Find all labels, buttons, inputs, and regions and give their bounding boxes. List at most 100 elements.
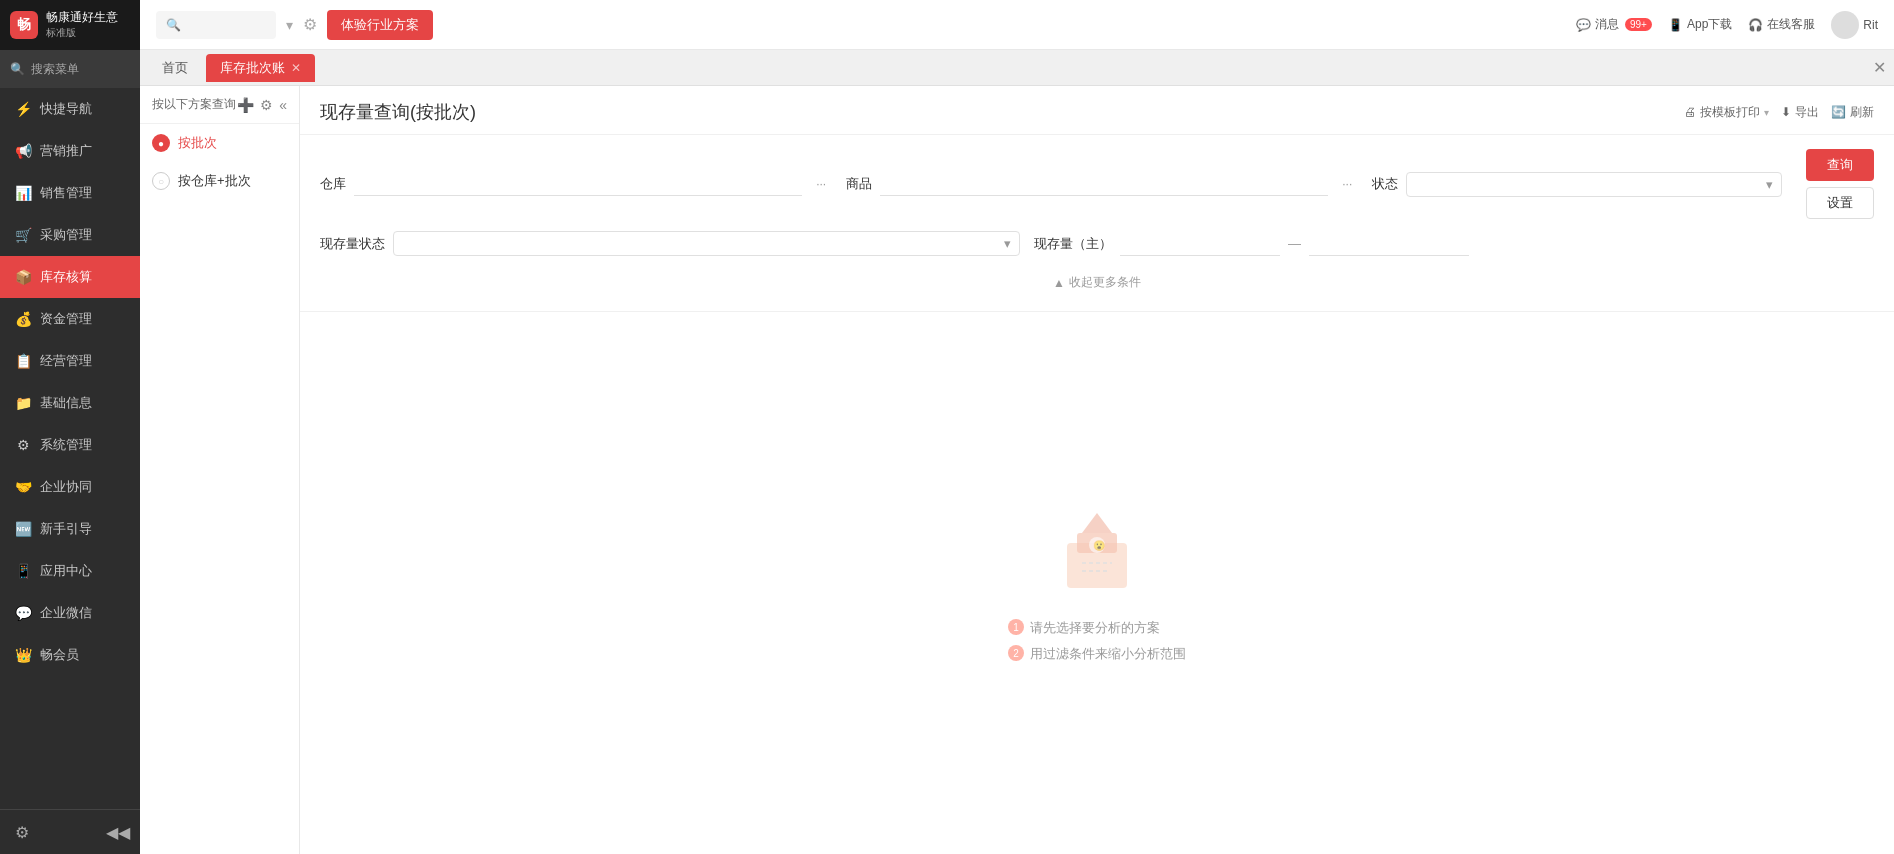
tab-home[interactable]: 首页 [148, 54, 202, 82]
warehouse-input[interactable] [354, 172, 802, 196]
stock-qty-input2[interactable] [1309, 232, 1469, 256]
jichu-icon: 📁 [14, 394, 32, 412]
scheme-item-pici[interactable]: ● 按批次 [140, 124, 299, 162]
sidebar-item-xiaoshou[interactable]: 📊 销售管理 [0, 172, 140, 214]
filter-panel-title: 按以下方案查询 [152, 96, 236, 113]
export-label: 导出 [1795, 104, 1819, 121]
sidebar-item-qiyeweixin[interactable]: 💬 企业微信 [0, 592, 140, 634]
topbar-settings-icon[interactable]: ⚙ [303, 15, 317, 34]
sidebar: 畅 畅康通好生意 标准版 🔍 搜索菜单 ⚡ 快捷导航 📢 营销推广 📊 销售管理… [0, 0, 140, 854]
filter-row-2: 现存量状态 ▾ 现存量（主） — [320, 231, 1874, 256]
sidebar-item-label: 新手引导 [40, 520, 92, 538]
collapse-conditions-btn[interactable]: ▲ 收起更多条件 [320, 268, 1874, 297]
collapse-up-icon: ▲ [1053, 276, 1065, 290]
tip-text-2: 用过滤条件来缩小分析范围 [1030, 645, 1186, 663]
jingying-icon: 📋 [14, 352, 32, 370]
app-download-btn[interactable]: 📱 App下载 [1668, 16, 1732, 33]
empty-tip-2: 2 用过滤条件来缩小分析范围 [1008, 645, 1186, 663]
yingyong-icon: 📱 [14, 562, 32, 580]
topbar-search-icon: 🔍 [166, 18, 181, 32]
xinshou-icon: 🆕 [14, 520, 32, 538]
filter-panel-header: 按以下方案查询 ➕ ⚙ « [140, 86, 299, 124]
refresh-btn[interactable]: 🔄 刷新 [1831, 104, 1874, 121]
sidebar-item-label: 销售管理 [40, 184, 92, 202]
empty-state: 😮 1 请先选择要分析的方案 2 用过滤条件来缩小分析范围 [300, 312, 1894, 854]
stock-qty-input[interactable] [1120, 232, 1280, 256]
topbar-dropdown-icon[interactable]: ▾ [286, 17, 293, 33]
filter-panel-header-actions: ➕ ⚙ « [237, 97, 287, 113]
user-avatar [1831, 11, 1859, 39]
filter-conditions: 仓库 ··· 商品 ··· 状态 ▾ [300, 135, 1894, 312]
sidebar-item-label: 基础信息 [40, 394, 92, 412]
messages-btn[interactable]: 💬 消息 99+ [1576, 16, 1652, 33]
filter-field-product: 商品 ··· [846, 172, 1358, 196]
page-header: 现存量查询(按批次) 🖨 按模板打印 ▾ ⬇ 导出 🔄 刷新 [300, 86, 1894, 135]
page-title: 现存量查询(按批次) [320, 100, 476, 124]
sidebar-item-label: 企业协同 [40, 478, 92, 496]
collapse-filter-panel-btn[interactable]: « [279, 97, 287, 113]
warehouse-more-icon[interactable]: ··· [810, 175, 832, 193]
stock-status-select[interactable]: ▾ [393, 231, 1020, 256]
sidebar-search[interactable]: 🔍 搜索菜单 [0, 50, 140, 88]
scheme-pici-label: 按批次 [178, 134, 217, 152]
sidebar-item-kuaijie[interactable]: ⚡ 快捷导航 [0, 88, 140, 130]
product-input[interactable] [880, 172, 1328, 196]
add-scheme-btn[interactable]: ➕ [237, 97, 254, 113]
sidebar-item-kucun[interactable]: 📦 库存核算 [0, 256, 140, 298]
sidebar-item-caigou[interactable]: 🛒 采购管理 [0, 214, 140, 256]
trial-btn[interactable]: 体验行业方案 [327, 10, 433, 40]
print-btn[interactable]: 🖨 按模板打印 ▾ [1684, 104, 1769, 121]
scheme-item-cangku-pici[interactable]: ○ 按仓库+批次 [140, 162, 299, 200]
collapse-sidebar-btn[interactable]: ◀◀ [106, 820, 130, 844]
caigou-icon: 🛒 [14, 226, 32, 244]
settings-button[interactable]: 设置 [1806, 187, 1874, 219]
sidebar-item-label: 采购管理 [40, 226, 92, 244]
app-download-icon: 📱 [1668, 18, 1683, 32]
collapse-label: 收起更多条件 [1069, 274, 1141, 291]
sidebar-item-label: 畅会员 [40, 646, 79, 664]
topbar-right: 💬 消息 99+ 📱 App下载 🎧 在线客服 Rit [1576, 11, 1878, 39]
zijin-icon: 💰 [14, 310, 32, 328]
app-name: 畅康通好生意 [46, 10, 118, 26]
close-all-tabs-btn[interactable]: ✕ [1873, 58, 1886, 77]
sidebar-item-yingyong[interactable]: 📱 应用中心 [0, 550, 140, 592]
page-body: 按以下方案查询 ➕ ⚙ « ● 按批次 ○ 按仓库+批次 现存量查询(按批次) [140, 86, 1894, 854]
svg-text:😮: 😮 [1093, 539, 1106, 552]
sidebar-item-jingying[interactable]: 📋 经营管理 [0, 340, 140, 382]
sidebar-item-yingxiao[interactable]: 📢 营销推广 [0, 130, 140, 172]
scheme-settings-btn[interactable]: ⚙ [260, 97, 273, 113]
sidebar-item-label: 快捷导航 [40, 100, 92, 118]
sidebar-item-qiyexietong[interactable]: 🤝 企业协同 [0, 466, 140, 508]
sidebar-item-changhui[interactable]: 👑 畅会员 [0, 634, 140, 676]
stock-qty-label: 现存量（主） [1034, 235, 1112, 253]
product-more-icon[interactable]: ··· [1336, 175, 1358, 193]
tab-kucun-pici[interactable]: 库存批次账 ✕ [206, 54, 315, 82]
query-button[interactable]: 查询 [1806, 149, 1874, 181]
online-service-btn[interactable]: 🎧 在线客服 [1748, 16, 1815, 33]
online-service-label: 在线客服 [1767, 16, 1815, 33]
tab-close-icon[interactable]: ✕ [291, 61, 301, 75]
print-dropdown-icon[interactable]: ▾ [1764, 107, 1769, 118]
sidebar-item-xinshou[interactable]: 🆕 新手引导 [0, 508, 140, 550]
sidebar-item-zijin[interactable]: 💰 资金管理 [0, 298, 140, 340]
filter-field-stock-qty: 现存量（主） — [1034, 232, 1874, 256]
messages-icon: 💬 [1576, 18, 1591, 32]
export-btn[interactable]: ⬇ 导出 [1781, 104, 1819, 121]
sidebar-item-label: 企业微信 [40, 604, 92, 622]
status-label: 状态 [1372, 175, 1398, 193]
tab-kucun-pici-label: 库存批次账 [220, 59, 285, 77]
topbar-search-box[interactable]: 🔍 [156, 11, 276, 39]
sidebar-item-label: 应用中心 [40, 562, 92, 580]
status-select-chevron: ▾ [1766, 177, 1773, 192]
sidebar-item-xitong[interactable]: ⚙ 系统管理 [0, 424, 140, 466]
sidebar-item-jichu[interactable]: 📁 基础信息 [0, 382, 140, 424]
settings-bottom-icon[interactable]: ⚙ [10, 820, 34, 844]
status-select[interactable]: ▾ [1406, 172, 1782, 197]
user-menu[interactable]: Rit [1831, 11, 1878, 39]
empty-tips: 1 请先选择要分析的方案 2 用过滤条件来缩小分析范围 [1008, 619, 1186, 663]
tip-num-2: 2 [1008, 645, 1024, 661]
scheme-inactive-icon: ○ [152, 172, 170, 190]
filter-field-stock-status: 现存量状态 ▾ [320, 231, 1020, 256]
page-header-actions: 🖨 按模板打印 ▾ ⬇ 导出 🔄 刷新 [1684, 104, 1874, 121]
empty-tip-1: 1 请先选择要分析的方案 [1008, 619, 1186, 637]
